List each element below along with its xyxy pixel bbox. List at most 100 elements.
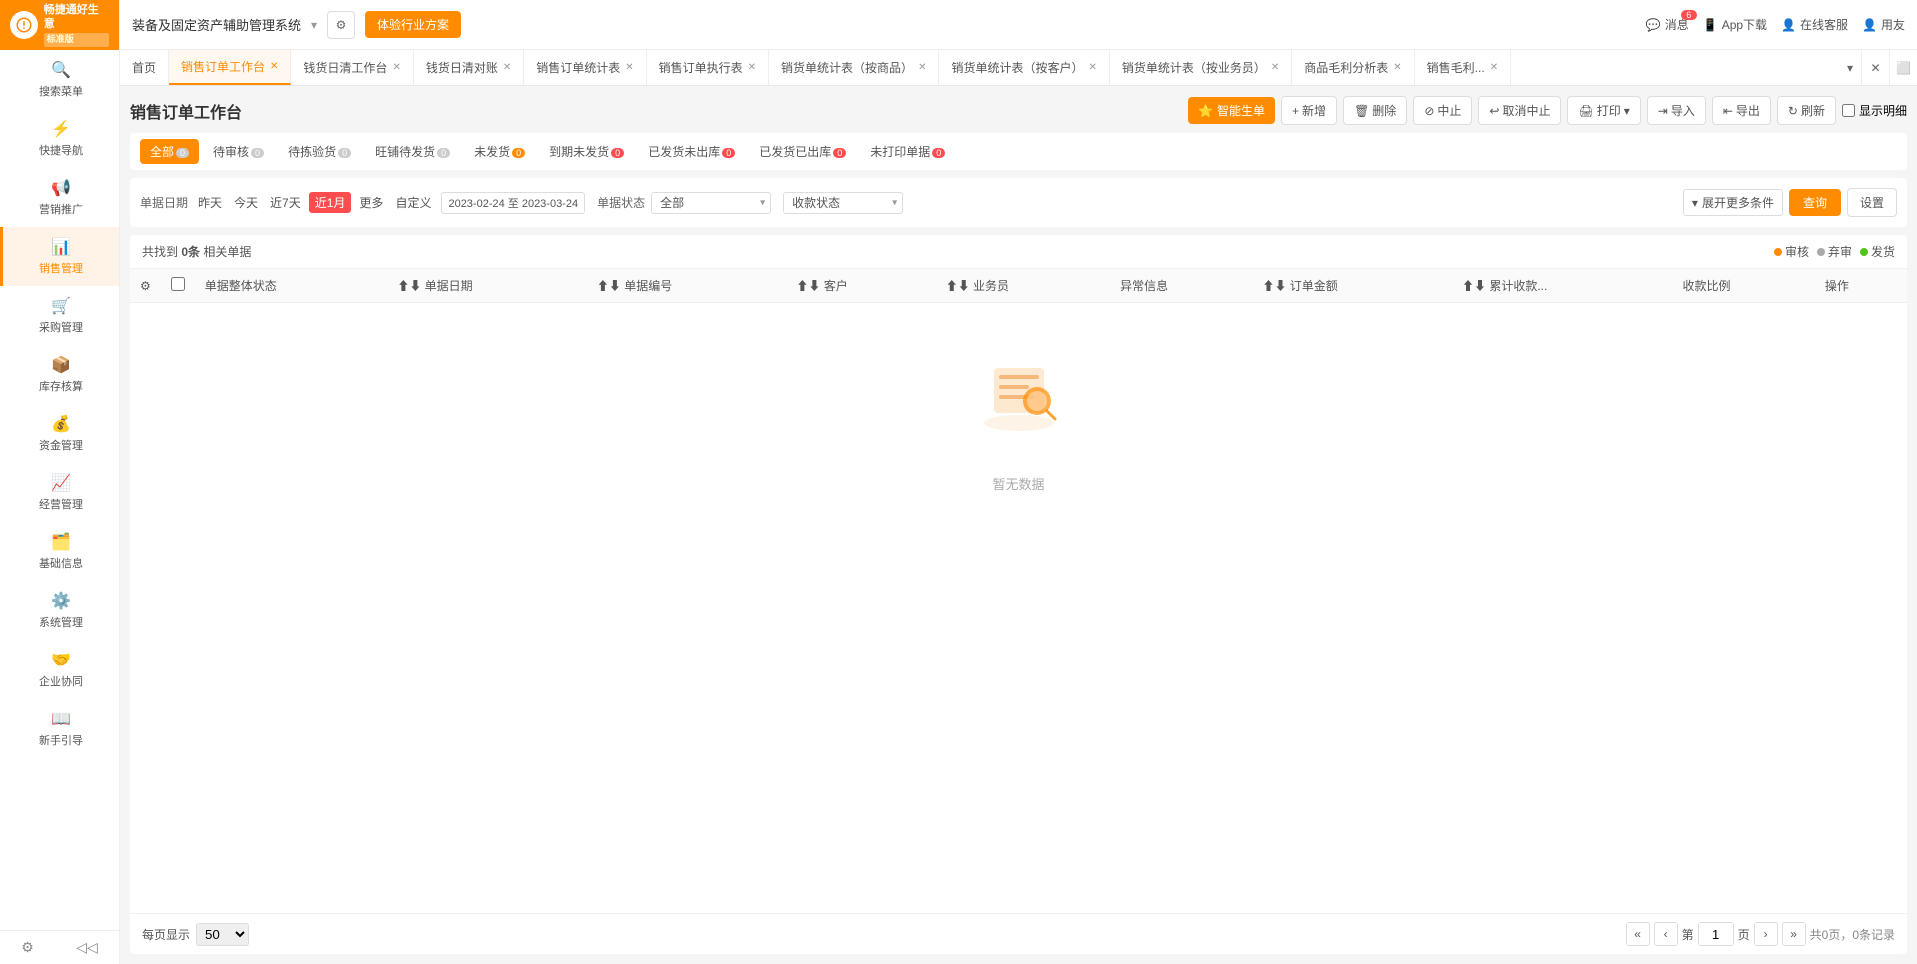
sub-tabs: 全部0待审核0待拣验货0旺铺待发货0未发货0到期未发货0已发货未出库0已发货已出… — [130, 133, 1907, 170]
sub-tab-7[interactable]: 已发货已出库0 — [749, 139, 856, 164]
date-opt-1month[interactable]: 近1月 — [309, 192, 352, 213]
nav-tab-close-2[interactable]: ✕ — [392, 62, 400, 73]
sub-tab-6[interactable]: 已发货未出库0 — [638, 139, 745, 164]
sub-tab-2[interactable]: 待拣验货0 — [278, 139, 361, 164]
date-range-display[interactable]: 2023-02-24 至 2023-03-24 — [441, 192, 585, 214]
nav-tab-maximize-icon[interactable]: ⬜ — [1889, 50, 1917, 86]
nav-tab-close-7[interactable]: ✕ — [1088, 62, 1096, 73]
page-number-input[interactable] — [1698, 922, 1734, 946]
sidebar-item-9[interactable]: ⚙️ 系统管理 — [0, 581, 119, 640]
sub-tab-4[interactable]: 未发货0 — [464, 139, 535, 164]
refresh-btn[interactable]: ↻ 刷新 — [1777, 96, 1836, 125]
nav-tabs-more-button[interactable]: ▾ — [1839, 50, 1861, 85]
audit-op-btn[interactable]: 审核 — [1774, 243, 1809, 260]
sub-tab-0[interactable]: 全部0 — [140, 139, 199, 164]
sidebar-item-7[interactable]: 📈 经营管理 — [0, 463, 119, 522]
nav-tab-close-5[interactable]: ✕ — [748, 62, 756, 73]
sidebar-label-10: 企业协同 — [39, 673, 83, 689]
cancel-stop-btn[interactable]: ↩ 取消中止 — [1478, 96, 1561, 125]
add-btn[interactable]: + 新增 — [1281, 96, 1337, 125]
sidebar-item-4[interactable]: 🛒 采购管理 — [0, 286, 119, 345]
column-settings-icon[interactable]: ⚙ — [140, 279, 151, 293]
collapse-icon[interactable]: ◁◁ — [76, 939, 98, 956]
nav-tab-label-3: 钱货日清对账 — [426, 59, 498, 76]
sidebar-label-8: 基础信息 — [39, 555, 83, 571]
select-all-checkbox[interactable] — [171, 277, 185, 291]
sidebar-item-5[interactable]: 📦 库存核算 — [0, 345, 119, 404]
th-gear: ⚙ — [130, 269, 161, 303]
app-download-button[interactable]: 📱 App下载 — [1703, 16, 1767, 33]
query-btn[interactable]: 查询 — [1789, 189, 1841, 216]
payment-status-select[interactable]: 收款状态 — [783, 192, 903, 214]
date-opt-7days[interactable]: 近7天 — [266, 192, 305, 213]
first-page-btn[interactable]: « — [1626, 922, 1650, 946]
settings-icon[interactable]: ⚙ — [21, 939, 34, 956]
industry-btn[interactable]: 体验行业方案 — [365, 11, 461, 38]
nav-tab-5[interactable]: 销售订单执行表✕ — [647, 50, 769, 85]
sidebar-icon-9: ⚙️ — [51, 591, 71, 611]
nav-tab-close-3[interactable]: ✕ — [503, 62, 511, 73]
nav-tab-0[interactable]: 首页 — [120, 50, 169, 85]
date-opt-more[interactable]: 更多 — [355, 192, 387, 213]
nav-tab-close-icon[interactable]: ✕ — [1861, 50, 1889, 86]
nav-tab-close-1[interactable]: ✕ — [270, 61, 278, 72]
show-detail-toggle[interactable]: 显示明细 — [1842, 102, 1907, 119]
sub-tab-8[interactable]: 未打印单据0 — [860, 139, 955, 164]
nav-tab-1[interactable]: 销售订单工作台✕ — [169, 50, 291, 85]
print-btn[interactable]: 🖨 打印 ▾ — [1567, 96, 1640, 125]
nav-tab-4[interactable]: 销售订单统计表✕ — [524, 50, 646, 85]
expand-conditions-btn[interactable]: ▾ 展开更多条件 — [1683, 189, 1783, 216]
nav-tab-close-6[interactable]: ✕ — [918, 62, 926, 73]
stop-btn[interactable]: ⊘ 中止 — [1413, 96, 1472, 125]
export-btn[interactable]: ⇤ 导出 — [1712, 96, 1771, 125]
import-btn[interactable]: ⇥ 导入 — [1647, 96, 1706, 125]
export-icon: ⇤ — [1723, 104, 1733, 118]
sub-tab-badge-1: 0 — [251, 148, 264, 158]
nav-tab-close-4[interactable]: ✕ — [625, 62, 633, 73]
sidebar-item-1[interactable]: ⚡ 快捷导航 — [0, 109, 119, 168]
sidebar-item-8[interactable]: 🗂️ 基础信息 — [0, 522, 119, 581]
nav-tab-10[interactable]: 销售毛利...✕ — [1415, 50, 1511, 85]
page-size-select[interactable]: 50 100 200 — [196, 923, 249, 946]
nav-tab-close-8[interactable]: ✕ — [1271, 62, 1279, 73]
expand-label: 展开更多条件 — [1702, 194, 1774, 211]
nav-tab-3[interactable]: 钱货日清对账 ✕ — [414, 50, 524, 85]
sub-tab-5[interactable]: 到期未发货0 — [539, 139, 634, 164]
date-filter-label: 单据日期 — [140, 194, 188, 211]
sidebar-item-11[interactable]: 📖 新手引导 — [0, 699, 119, 758]
date-opt-custom[interactable]: 自定义 — [391, 192, 435, 213]
message-button[interactable]: 💬 消息 6 — [1646, 16, 1689, 33]
last-page-btn[interactable]: » — [1782, 922, 1806, 946]
filter-actions: ▾ 展开更多条件 查询 设置 — [1683, 188, 1897, 217]
sidebar-item-2[interactable]: 📢 营销推广 — [0, 168, 119, 227]
nav-tab-close-10[interactable]: ✕ — [1490, 62, 1498, 73]
abandon-audit-op-btn[interactable]: 弃审 — [1817, 243, 1852, 260]
nav-tab-2[interactable]: 钱货日清工作台✕ — [291, 50, 413, 85]
nav-tab-6[interactable]: 销货单统计表（按商品）✕ — [769, 50, 939, 85]
nav-tab-9[interactable]: 商品毛利分析表✕ — [1292, 50, 1414, 85]
date-opt-yesterday[interactable]: 昨天 — [194, 192, 226, 213]
sidebar-logo-text: 畅捷通好生意 标准版 — [44, 3, 109, 47]
sub-tab-3[interactable]: 旺铺待发货0 — [365, 139, 460, 164]
next-page-btn[interactable]: › — [1754, 922, 1778, 946]
topbar-gear-button[interactable]: ⚙ — [327, 11, 355, 39]
nav-tab-close-9[interactable]: ✕ — [1393, 62, 1401, 73]
nav-tab-8[interactable]: 销货单统计表（按业务员）✕ — [1110, 50, 1292, 85]
date-opt-today[interactable]: 今天 — [230, 192, 262, 213]
show-detail-checkbox[interactable] — [1842, 104, 1855, 117]
sidebar-item-0[interactable]: 🔍 搜索菜单 — [0, 50, 119, 109]
user-menu-button[interactable]: 👤 用友 — [1862, 16, 1905, 33]
message-badge: 6 — [1681, 10, 1697, 20]
delete-btn[interactable]: 🗑 删除 — [1343, 96, 1407, 125]
sidebar-item-10[interactable]: 🤝 企业协同 — [0, 640, 119, 699]
sidebar-item-6[interactable]: 💰 资金管理 — [0, 404, 119, 463]
sub-tab-1[interactable]: 待审核0 — [203, 139, 274, 164]
smart-btn[interactable]: ⭐ 智能生单 — [1188, 97, 1275, 124]
status-select[interactable]: 全部 — [651, 192, 771, 214]
setting-btn[interactable]: 设置 — [1847, 188, 1897, 217]
nav-tab-7[interactable]: 销货单统计表（按客户）✕ — [939, 50, 1109, 85]
sidebar-item-3[interactable]: 📊 销售管理 — [0, 227, 119, 286]
ship-op-btn[interactable]: 发货 — [1860, 243, 1895, 260]
prev-page-btn[interactable]: ‹ — [1654, 922, 1678, 946]
online-service-button[interactable]: 👤 在线客服 — [1781, 16, 1848, 33]
